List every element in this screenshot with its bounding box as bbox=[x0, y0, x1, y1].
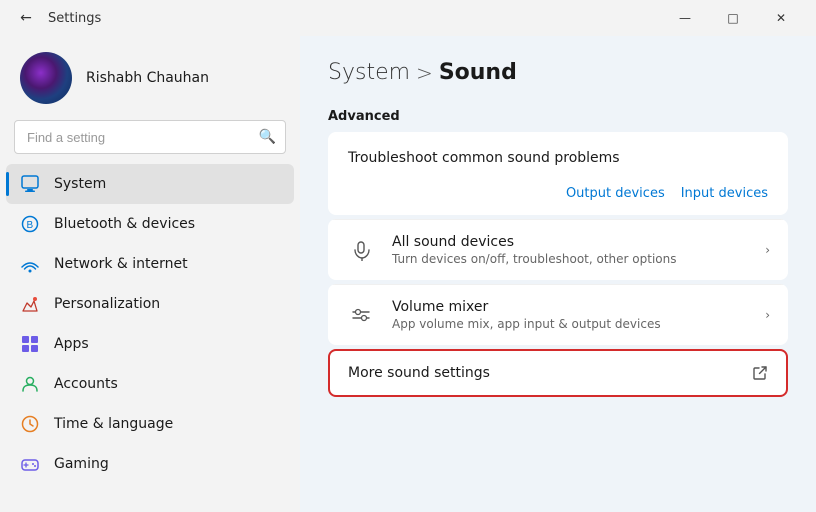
volume-mixer-subtitle: App volume mix, app input & output devic… bbox=[392, 317, 751, 331]
sidebar-item-label-time: Time & language bbox=[54, 416, 173, 432]
volume-mixer-icon bbox=[346, 299, 378, 331]
bluetooth-icon: B bbox=[20, 214, 40, 234]
all-sound-devices-chevron: › bbox=[765, 243, 770, 257]
nav-list: System B Bluetooth & devices bbox=[0, 162, 300, 504]
volume-mixer-text: Volume mixer App volume mix, app input &… bbox=[392, 299, 751, 331]
user-name: Rishabh Chauhan bbox=[86, 70, 209, 86]
volume-mixer-card: Volume mixer App volume mix, app input &… bbox=[328, 284, 788, 345]
sidebar-item-apps[interactable]: Apps bbox=[6, 324, 294, 364]
breadcrumb: System > Sound bbox=[328, 60, 788, 85]
sidebar-item-label-network: Network & internet bbox=[54, 256, 188, 272]
more-sound-settings-card[interactable]: More sound settings bbox=[328, 349, 788, 397]
all-sound-devices-text: All sound devices Turn devices on/off, t… bbox=[392, 234, 751, 266]
all-sound-devices-subtitle: Turn devices on/off, troubleshoot, other… bbox=[392, 252, 751, 266]
sidebar-item-accounts[interactable]: Accounts bbox=[6, 364, 294, 404]
volume-mixer-item[interactable]: Volume mixer App volume mix, app input &… bbox=[328, 284, 788, 345]
all-sound-devices-card: All sound devices Turn devices on/off, t… bbox=[328, 219, 788, 280]
sidebar-item-label-accounts: Accounts bbox=[54, 376, 118, 392]
breadcrumb-sound: Sound bbox=[439, 60, 517, 85]
sidebar-item-system[interactable]: System bbox=[6, 164, 294, 204]
sidebar-item-label-system: System bbox=[54, 176, 106, 192]
troubleshoot-title: Troubleshoot common sound problems bbox=[348, 150, 768, 166]
troubleshoot-links: Output devices Input devices bbox=[348, 186, 768, 201]
sidebar-item-time[interactable]: Time & language bbox=[6, 404, 294, 444]
sound-device-icon bbox=[346, 234, 378, 266]
more-sound-settings-title: More sound settings bbox=[348, 365, 738, 381]
time-icon bbox=[20, 414, 40, 434]
sidebar-item-gaming[interactable]: Gaming bbox=[6, 444, 294, 484]
minimize-button[interactable]: — bbox=[662, 2, 708, 34]
sidebar-item-bluetooth[interactable]: B Bluetooth & devices bbox=[6, 204, 294, 244]
user-section: Rishabh Chauhan bbox=[0, 36, 300, 116]
input-devices-link[interactable]: Input devices bbox=[681, 186, 768, 201]
breadcrumb-separator: > bbox=[416, 61, 433, 85]
apps-icon bbox=[20, 334, 40, 354]
breadcrumb-system: System bbox=[328, 60, 410, 85]
titlebar: ← Settings — □ ✕ bbox=[0, 0, 816, 36]
avatar-image bbox=[20, 52, 72, 104]
search-icon: 🔍 bbox=[259, 129, 276, 145]
output-devices-link[interactable]: Output devices bbox=[566, 186, 665, 201]
sidebar-item-network[interactable]: Network & internet bbox=[6, 244, 294, 284]
volume-mixer-chevron: › bbox=[765, 308, 770, 322]
troubleshoot-card: Troubleshoot common sound problems Outpu… bbox=[328, 132, 788, 215]
svg-text:B: B bbox=[27, 220, 34, 231]
personalization-icon bbox=[20, 294, 40, 314]
avatar bbox=[20, 52, 72, 104]
sidebar: Rishabh Chauhan 🔍 System bbox=[0, 36, 300, 512]
network-icon bbox=[20, 254, 40, 274]
search-input[interactable] bbox=[14, 120, 286, 154]
content-area: System > Sound Advanced Troubleshoot com… bbox=[300, 36, 816, 512]
external-link-icon bbox=[752, 365, 768, 381]
sidebar-item-label-gaming: Gaming bbox=[54, 456, 109, 472]
accounts-icon bbox=[20, 374, 40, 394]
maximize-button[interactable]: □ bbox=[710, 2, 756, 34]
close-button[interactable]: ✕ bbox=[758, 2, 804, 34]
sidebar-item-personalization[interactable]: Personalization bbox=[6, 284, 294, 324]
volume-mixer-title: Volume mixer bbox=[392, 299, 751, 315]
back-button[interactable]: ← bbox=[12, 4, 40, 32]
search-box: 🔍 bbox=[14, 120, 286, 154]
all-sound-devices-title: All sound devices bbox=[392, 234, 751, 250]
window-controls: — □ ✕ bbox=[662, 2, 804, 34]
sidebar-item-label-personalization: Personalization bbox=[54, 296, 160, 312]
gaming-icon bbox=[20, 454, 40, 474]
system-icon bbox=[20, 174, 40, 194]
section-title-advanced: Advanced bbox=[328, 109, 788, 124]
all-sound-devices-item[interactable]: All sound devices Turn devices on/off, t… bbox=[328, 219, 788, 280]
sidebar-item-label-apps: Apps bbox=[54, 336, 89, 352]
sidebar-item-label-bluetooth: Bluetooth & devices bbox=[54, 216, 195, 232]
titlebar-title: Settings bbox=[48, 11, 101, 26]
main-layout: Rishabh Chauhan 🔍 System bbox=[0, 36, 816, 512]
